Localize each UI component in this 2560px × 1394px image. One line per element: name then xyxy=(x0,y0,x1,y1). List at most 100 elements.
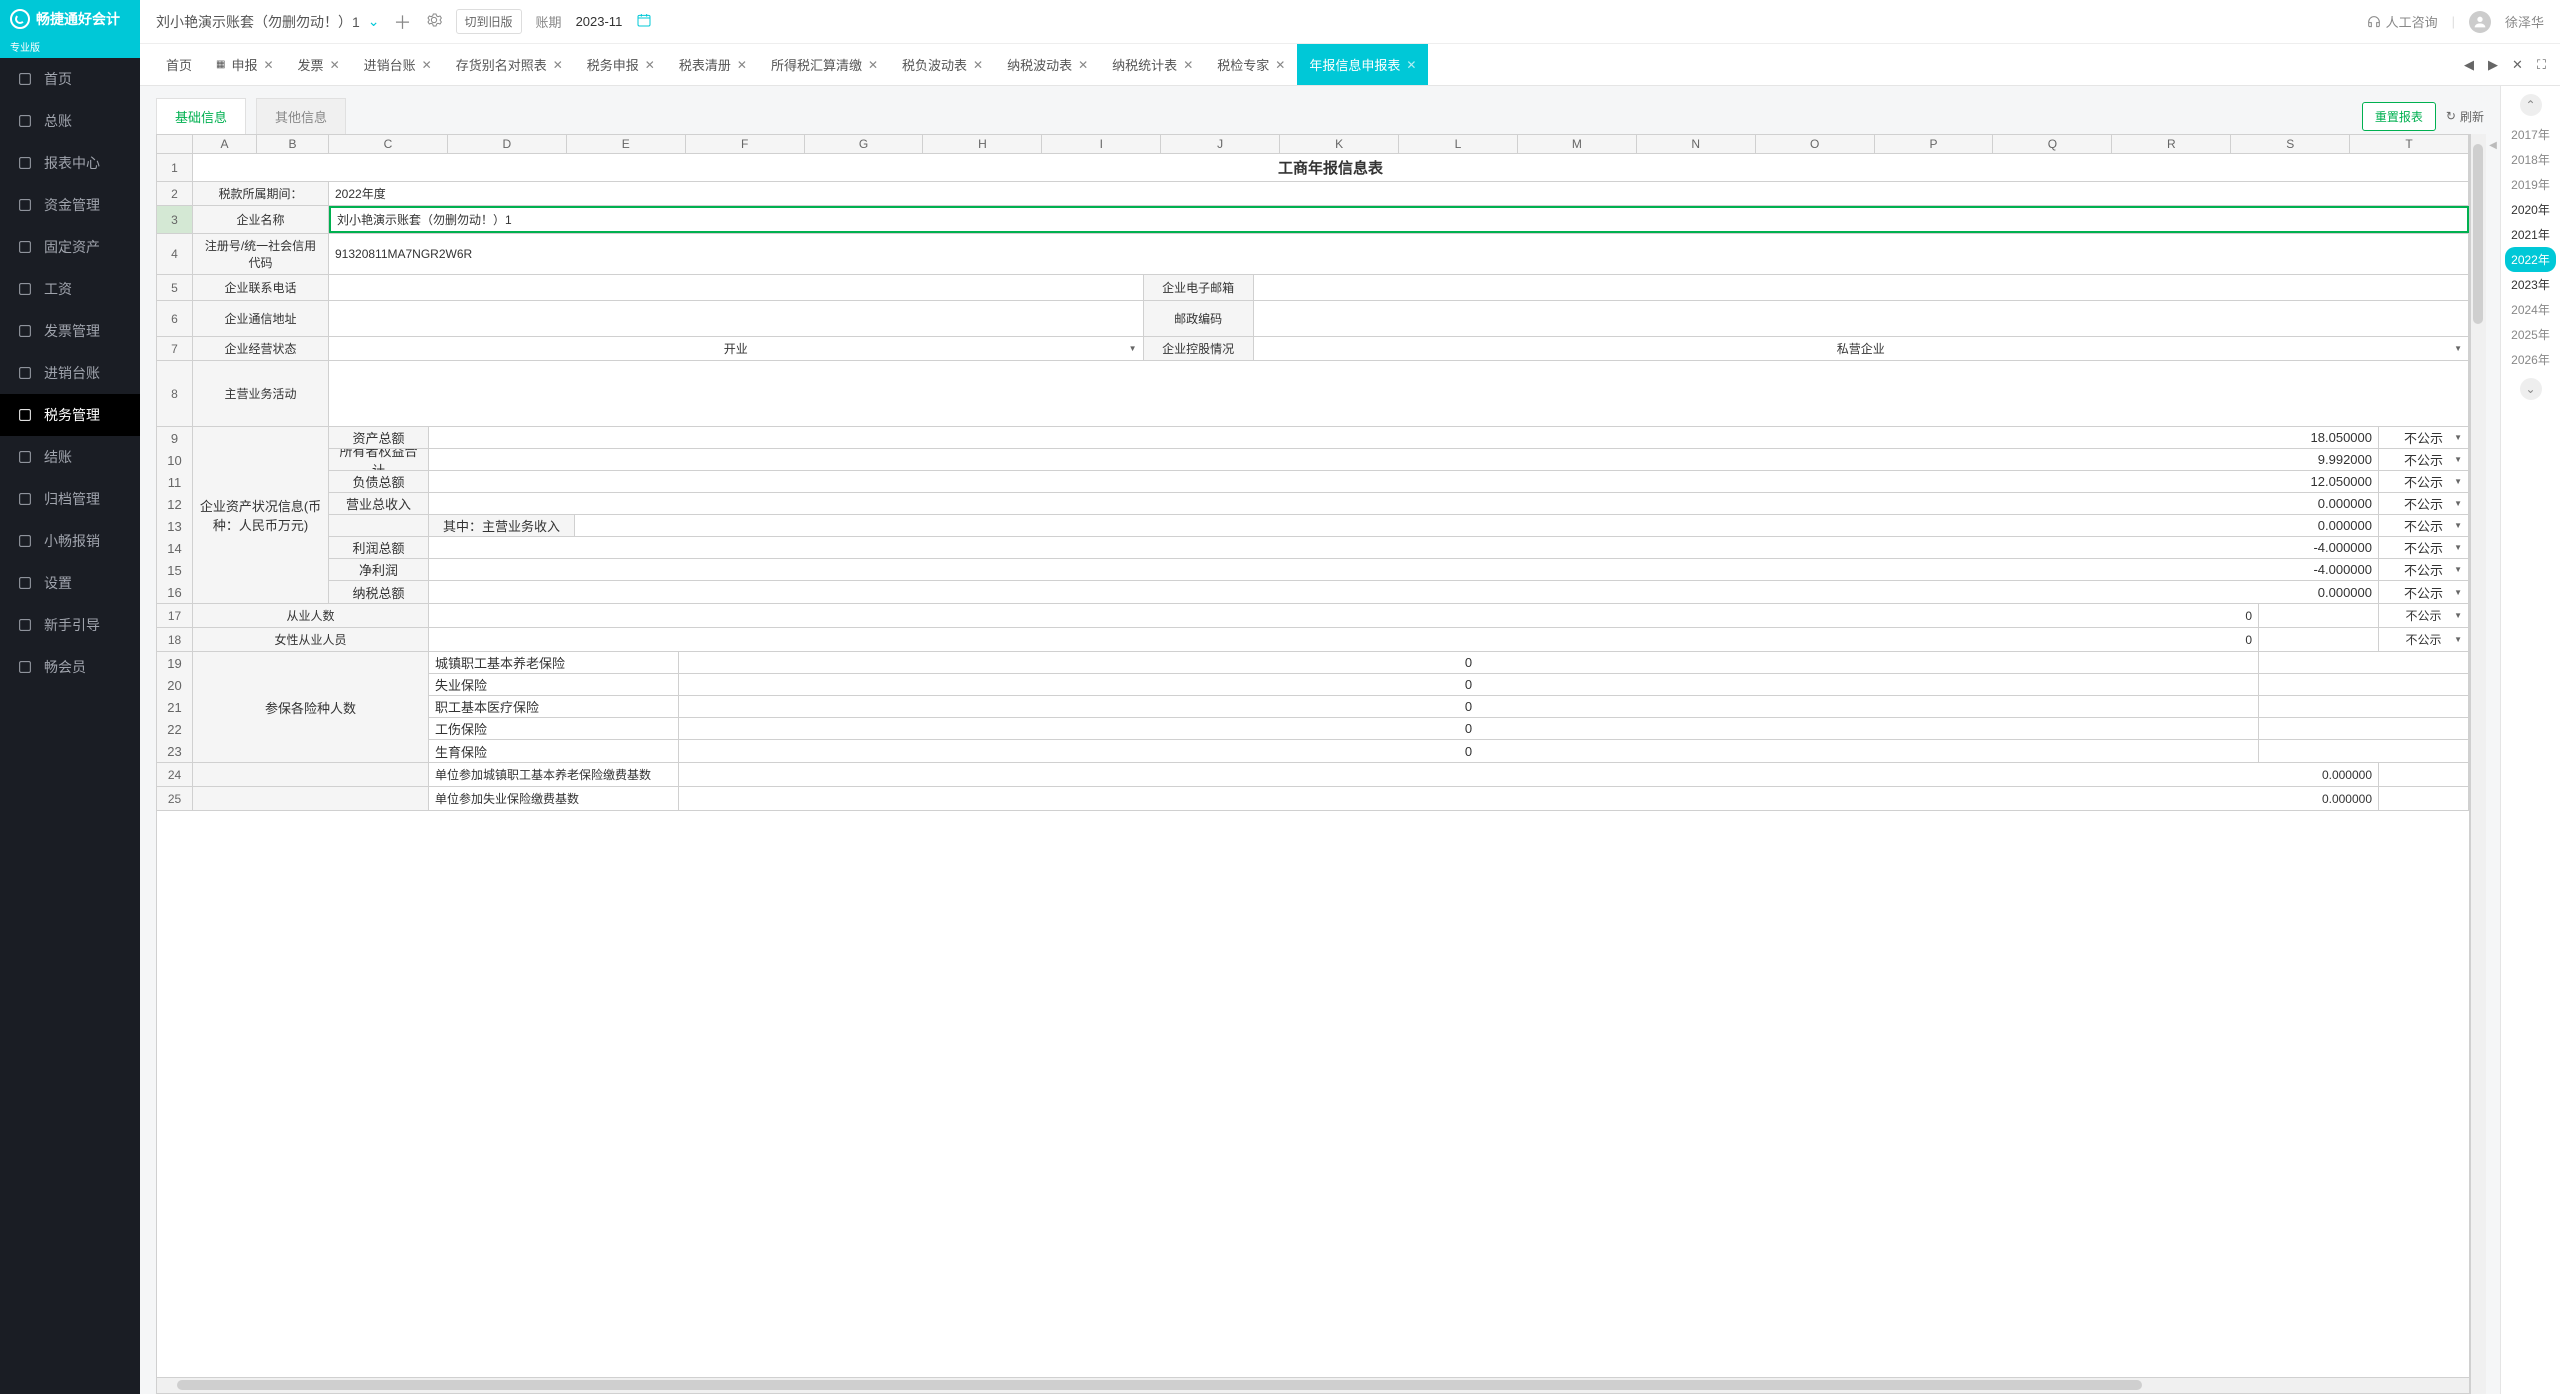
value-cell[interactable] xyxy=(329,275,1144,300)
tab-close-icon[interactable]: ✕ xyxy=(737,58,747,72)
value-cell[interactable]: 0.000000 xyxy=(575,515,2379,536)
publish-select[interactable]: 不公示 xyxy=(2379,604,2469,627)
fullscreen-icon[interactable]: ⛶ xyxy=(2537,57,2546,73)
tab-close-icon[interactable]: ✕ xyxy=(645,58,655,72)
tab-发票[interactable]: 发票✕ xyxy=(286,44,352,85)
col-header[interactable]: L xyxy=(1399,135,1518,153)
publish-select[interactable]: 不公示 xyxy=(2379,581,2469,603)
tab-首页[interactable]: 首页 xyxy=(154,44,204,85)
publish-select[interactable]: 不公示 xyxy=(2379,559,2469,580)
tab-close-icon[interactable]: ✕ xyxy=(973,58,983,72)
row-header[interactable]: 2 xyxy=(157,182,193,205)
row-header[interactable]: 25 xyxy=(157,787,193,810)
col-header[interactable]: J xyxy=(1161,135,1280,153)
tab-纳税波动表[interactable]: 纳税波动表✕ xyxy=(995,44,1100,85)
col-header[interactable]: F xyxy=(686,135,805,153)
col-header[interactable]: D xyxy=(448,135,567,153)
row-header[interactable]: 11 xyxy=(157,471,193,493)
year-down-icon[interactable]: ⌄ xyxy=(2520,378,2542,400)
year-2023年[interactable]: 2023年 xyxy=(2505,272,2556,297)
value-cell[interactable]: 12.050000 xyxy=(429,471,2379,492)
year-2025年[interactable]: 2025年 xyxy=(2505,322,2556,347)
nav-fund[interactable]: 资金管理 xyxy=(0,184,140,226)
year-2024年[interactable]: 2024年 xyxy=(2505,297,2556,322)
publish-select[interactable]: 不公示 xyxy=(2379,427,2469,448)
value-cell[interactable] xyxy=(329,301,1144,336)
year-2020年[interactable]: 2020年 xyxy=(2505,197,2556,222)
subtab-basic[interactable]: 基础信息 xyxy=(156,98,246,134)
nav-archive[interactable]: 归档管理 xyxy=(0,478,140,520)
nav-inout[interactable]: 进销台账 xyxy=(0,352,140,394)
tab-税表清册[interactable]: 税表清册✕ xyxy=(667,44,759,85)
row-header[interactable]: 3 xyxy=(157,206,193,233)
row-header[interactable]: 4 xyxy=(157,234,193,274)
tab-进销台账[interactable]: 进销台账✕ xyxy=(352,44,444,85)
selected-cell[interactable]: 刘小艳演示账套（勿删勿动！）1 xyxy=(329,206,2469,233)
calendar-icon[interactable] xyxy=(636,12,652,31)
reset-report-button[interactable]: 重置报表 xyxy=(2362,102,2436,131)
subtab-other[interactable]: 其他信息 xyxy=(256,98,346,134)
v-scrollbar[interactable] xyxy=(2470,134,2486,1394)
publish-select[interactable]: 不公示 xyxy=(2379,515,2469,536)
col-header[interactable]: Q xyxy=(1993,135,2112,153)
holding-select[interactable]: 私营企业 xyxy=(1254,337,2469,360)
col-header[interactable]: N xyxy=(1637,135,1756,153)
value-cell[interactable]: 91320811MA7NGR2W6R xyxy=(329,234,2469,274)
tab-所得税汇算清缴[interactable]: 所得税汇算清缴✕ xyxy=(759,44,890,85)
row-header[interactable]: 7 xyxy=(157,337,193,360)
nav-asset[interactable]: 固定资产 xyxy=(0,226,140,268)
row-header[interactable]: 12 xyxy=(157,493,193,515)
col-header[interactable]: O xyxy=(1756,135,1875,153)
username[interactable]: 徐泽华 xyxy=(2505,12,2544,31)
nav-close[interactable]: 结账 xyxy=(0,436,140,478)
publish-select[interactable]: 不公示 xyxy=(2379,493,2469,514)
tab-close-icon[interactable]: ✕ xyxy=(1183,58,1193,72)
tab-存货别名对照表[interactable]: 存货别名对照表✕ xyxy=(444,44,575,85)
nav-home[interactable]: 首页 xyxy=(0,58,140,100)
year-2021年[interactable]: 2021年 xyxy=(2505,222,2556,247)
row-header[interactable]: 15 xyxy=(157,559,193,581)
col-header[interactable]: S xyxy=(2231,135,2350,153)
row-header[interactable]: 8 xyxy=(157,361,193,426)
support-link[interactable]: 人工咨询 xyxy=(2366,12,2438,31)
col-header[interactable]: A xyxy=(193,135,257,153)
tab-年报信息申报表[interactable]: 年报信息申报表✕ xyxy=(1297,44,1428,85)
year-2022年[interactable]: 2022年 xyxy=(2505,247,2556,272)
nav-invoice[interactable]: 发票管理 xyxy=(0,310,140,352)
nav-tax[interactable]: 税务管理 xyxy=(0,394,140,436)
publish-select[interactable]: 不公示 xyxy=(2379,471,2469,492)
col-header[interactable]: H xyxy=(923,135,1042,153)
year-2019年[interactable]: 2019年 xyxy=(2505,172,2556,197)
tab-申报[interactable]: ▦申报✕ xyxy=(204,44,286,85)
row-header[interactable]: 9 xyxy=(157,427,193,449)
gear-icon[interactable] xyxy=(426,12,442,31)
tab-close-icon[interactable]: ✕ xyxy=(263,58,273,72)
row-header[interactable]: 1 xyxy=(157,154,193,181)
value-cell[interactable]: 0.000000 xyxy=(429,581,2379,603)
col-header[interactable]: K xyxy=(1280,135,1399,153)
refresh-button[interactable]: ↻ 刷新 xyxy=(2446,108,2484,125)
tab-close-icon[interactable]: ✕ xyxy=(330,58,340,72)
row-header[interactable]: 6 xyxy=(157,301,193,336)
row-header[interactable]: 5 xyxy=(157,275,193,300)
row-header[interactable]: 17 xyxy=(157,604,193,627)
col-header[interactable]: E xyxy=(567,135,686,153)
year-2017年[interactable]: 2017年 xyxy=(2505,122,2556,147)
nav-vip[interactable]: 畅会员 xyxy=(0,646,140,688)
old-version-button[interactable]: 切到旧版 xyxy=(456,9,522,34)
publish-select[interactable]: 不公示 xyxy=(2379,628,2469,651)
tab-close-icon[interactable]: ✕ xyxy=(868,58,878,72)
tab-税检专家[interactable]: 税检专家✕ xyxy=(1205,44,1297,85)
row-header[interactable]: 14 xyxy=(157,537,193,559)
tab-close-icon[interactable]: ✕ xyxy=(1406,58,1416,72)
value-cell[interactable]: -4.000000 xyxy=(429,537,2379,558)
value-cell[interactable]: 0.000000 xyxy=(429,493,2379,514)
tab-next-icon[interactable]: ▶ xyxy=(2488,57,2498,73)
row-header[interactable]: 13 xyxy=(157,515,193,537)
nav-salary[interactable]: 工资 xyxy=(0,268,140,310)
h-scrollbar[interactable] xyxy=(157,1377,2469,1393)
value-cell[interactable]: 9.992000 xyxy=(429,449,2379,470)
panel-collapse-icon[interactable]: ◀ xyxy=(2489,140,2497,151)
publish-select[interactable]: 不公示 xyxy=(2379,449,2469,470)
spreadsheet[interactable]: ABCDEFGHIJKLMNOPQRST 1工商年报信息表2税款所属期间：202… xyxy=(156,134,2470,1394)
